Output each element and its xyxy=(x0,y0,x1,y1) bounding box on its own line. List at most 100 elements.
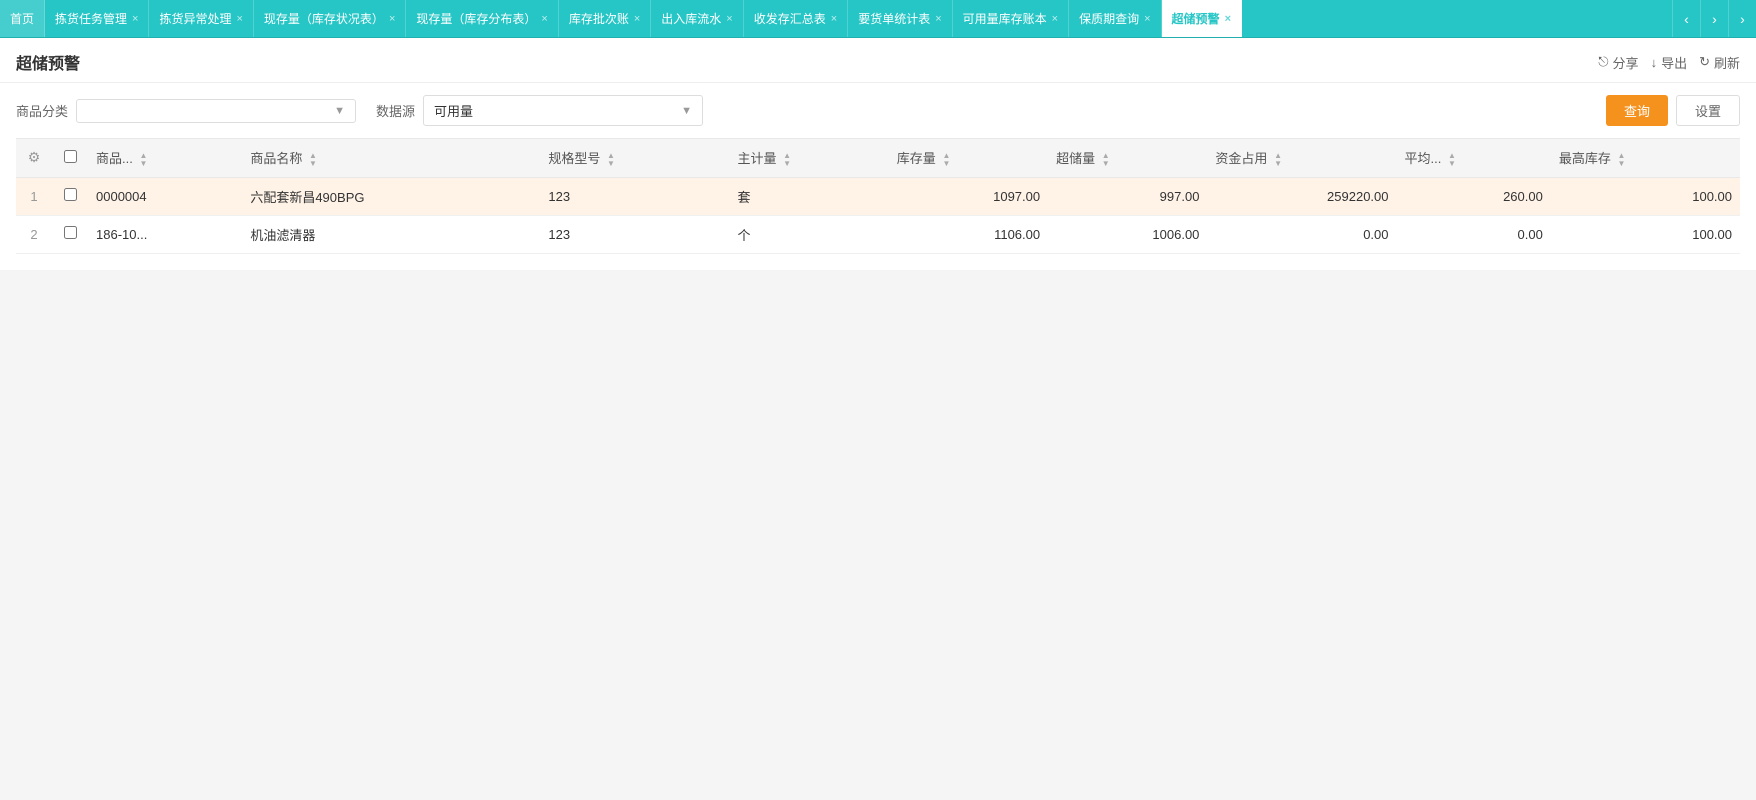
nav-arrows: ‹ › › xyxy=(1672,0,1756,38)
category-chevron-icon: ▼ xyxy=(334,105,345,117)
col-header-capital[interactable]: 资金占用 ▲▼ xyxy=(1207,139,1396,178)
row-overflow-2: 1006.00 xyxy=(1048,215,1207,253)
nav-tab-quality[interactable]: 保质期查询 × xyxy=(1069,0,1161,38)
row-checkbox-2 xyxy=(52,215,88,253)
row-avg-1: 260.00 xyxy=(1397,177,1551,215)
row-code-2: 186-10... xyxy=(88,215,242,253)
nav-tab-stock1-close[interactable]: × xyxy=(389,13,395,25)
page-container: 超储预警 ⎋ 分享 ↓ 导出 ↻ 刷新 商品分类 ▼ 数据源 xyxy=(0,38,1756,270)
row-unit-2: 个 xyxy=(729,215,888,253)
filter-actions: 查询 设置 xyxy=(1606,95,1740,126)
table-row: 2 186-10... 机油滤清器 123 个 1106.00 1006.00 … xyxy=(16,215,1740,253)
row-stock-2: 1106.00 xyxy=(889,215,1048,253)
gear-icon[interactable]: ⚙ xyxy=(28,149,41,165)
nav-tab-stock2[interactable]: 现存量（库存分布表） × xyxy=(406,0,558,38)
row-overflow-1: 997.00 xyxy=(1048,177,1207,215)
datasource-select[interactable]: 可用量 ▼ xyxy=(423,95,703,126)
row-capital-2: 0.00 xyxy=(1207,215,1396,253)
col-header-overflow[interactable]: 超储量 ▲▼ xyxy=(1048,139,1207,178)
sort-capital-icon: ▲▼ xyxy=(1274,152,1282,168)
col-header-name[interactable]: 商品名称 ▲▼ xyxy=(242,139,540,178)
row-name-1: 六配套新昌490BPG xyxy=(242,177,540,215)
datasource-label: 数据源 xyxy=(376,101,415,120)
nav-tab-task[interactable]: 拣货任务管理 × xyxy=(45,0,149,38)
sort-name-icon: ▲▼ xyxy=(309,152,317,168)
select-all-checkbox[interactable] xyxy=(64,150,77,163)
row-name-2: 机油滤清器 xyxy=(242,215,540,253)
settings-button[interactable]: 设置 xyxy=(1676,95,1740,126)
col-header-spec[interactable]: 规格型号 ▲▼ xyxy=(540,139,729,178)
top-nav: 首页 拣货任务管理 × 拣货异常处理 × 现存量（库存状况表） × 现存量（库存… xyxy=(0,0,1756,38)
row-select-2[interactable] xyxy=(64,226,77,239)
nav-tab-overstock-close[interactable]: × xyxy=(1225,13,1231,25)
table-header-row: ⚙ 商品... ▲▼ 商品名称 ▲▼ 规格型号 ▲▼ xyxy=(16,139,1740,178)
row-spec-2: 123 xyxy=(540,215,729,253)
col-header-stock[interactable]: 库存量 ▲▼ xyxy=(889,139,1048,178)
share-action[interactable]: ⎋ 分享 xyxy=(1598,53,1638,72)
page-title: 超储预警 xyxy=(16,50,80,74)
row-avg-2: 0.00 xyxy=(1397,215,1551,253)
nav-extra-arrow[interactable]: › xyxy=(1728,0,1756,38)
sort-overflow-icon: ▲▼ xyxy=(1102,152,1110,168)
nav-tab-exception[interactable]: 拣货异常处理 × xyxy=(149,0,253,38)
refresh-icon: ↻ xyxy=(1699,54,1710,70)
col-header-settings: ⚙ xyxy=(16,139,52,178)
nav-tab-stock2-close[interactable]: × xyxy=(541,13,547,25)
table-row: 1 0000004 六配套新昌490BPG 123 套 1097.00 997.… xyxy=(16,177,1740,215)
nav-tab-requisition[interactable]: 要货单统计表 × xyxy=(848,0,952,38)
table-container: ⚙ 商品... ▲▼ 商品名称 ▲▼ 规格型号 ▲▼ xyxy=(0,138,1756,270)
row-num-1: 1 xyxy=(16,177,52,215)
nav-tab-task-close[interactable]: × xyxy=(132,13,138,25)
sort-spec-icon: ▲▼ xyxy=(607,152,615,168)
nav-tab-flow-close[interactable]: × xyxy=(726,13,732,25)
nav-tab-available[interactable]: 可用量库存账本 × xyxy=(953,0,1069,38)
export-icon: ↓ xyxy=(1651,55,1658,70)
export-action[interactable]: ↓ 导出 xyxy=(1651,53,1688,72)
nav-left-arrow[interactable]: ‹ xyxy=(1672,0,1700,38)
refresh-action[interactable]: ↻ 刷新 xyxy=(1699,53,1740,72)
filter-category: 商品分类 ▼ xyxy=(16,99,356,123)
sort-avg-icon: ▲▼ xyxy=(1448,152,1456,168)
filter-bar: 商品分类 ▼ 数据源 可用量 ▼ 查询 设置 xyxy=(0,83,1756,138)
nav-tab-available-close[interactable]: × xyxy=(1052,13,1058,25)
datasource-chevron-icon: ▼ xyxy=(681,105,692,117)
row-select-1[interactable] xyxy=(64,188,77,201)
nav-tab-overstock[interactable]: 超储预警 × xyxy=(1162,0,1242,38)
col-header-max[interactable]: 最高库存 ▲▼ xyxy=(1551,139,1740,178)
row-max-1: 100.00 xyxy=(1551,177,1740,215)
nav-tab-flow[interactable]: 出入库流水 × xyxy=(651,0,743,38)
nav-right-arrow[interactable]: › xyxy=(1700,0,1728,38)
datasource-value: 可用量 xyxy=(434,101,473,120)
row-checkbox-1 xyxy=(52,177,88,215)
sort-stock-icon: ▲▼ xyxy=(942,152,950,168)
row-code-1: 0000004 xyxy=(88,177,242,215)
row-unit-1: 套 xyxy=(729,177,888,215)
query-button[interactable]: 查询 xyxy=(1606,95,1668,126)
col-header-avg[interactable]: 平均... ▲▼ xyxy=(1397,139,1551,178)
sort-max-icon: ▲▼ xyxy=(1617,152,1625,168)
nav-tab-stock1[interactable]: 现存量（库存状况表） × xyxy=(254,0,406,38)
nav-tab-quality-close[interactable]: × xyxy=(1144,13,1150,25)
sort-unit-icon: ▲▼ xyxy=(783,152,791,168)
nav-tab-exception-close[interactable]: × xyxy=(236,13,242,25)
nav-tab-batch-close[interactable]: × xyxy=(634,13,640,25)
filter-datasource: 数据源 可用量 ▼ xyxy=(376,95,703,126)
header-actions: ⎋ 分享 ↓ 导出 ↻ 刷新 xyxy=(1598,53,1740,72)
row-max-2: 100.00 xyxy=(1551,215,1740,253)
nav-tab-home[interactable]: 首页 xyxy=(0,0,45,38)
nav-tab-batch[interactable]: 库存批次账 × xyxy=(559,0,651,38)
category-select[interactable]: ▼ xyxy=(76,99,356,123)
nav-tab-summary[interactable]: 收发存汇总表 × xyxy=(744,0,848,38)
category-label: 商品分类 xyxy=(16,101,68,120)
row-capital-1: 259220.00 xyxy=(1207,177,1396,215)
page-header: 超储预警 ⎋ 分享 ↓ 导出 ↻ 刷新 xyxy=(0,38,1756,83)
sort-code-icon: ▲▼ xyxy=(139,152,147,168)
data-table: ⚙ 商品... ▲▼ 商品名称 ▲▼ 规格型号 ▲▼ xyxy=(16,138,1740,254)
nav-tab-requisition-close[interactable]: × xyxy=(935,13,941,25)
row-num-2: 2 xyxy=(16,215,52,253)
col-header-unit[interactable]: 主计量 ▲▼ xyxy=(729,139,888,178)
row-spec-1: 123 xyxy=(540,177,729,215)
col-header-code[interactable]: 商品... ▲▼ xyxy=(88,139,242,178)
nav-tab-summary-close[interactable]: × xyxy=(831,13,837,25)
share-icon: ⎋ xyxy=(1598,54,1608,70)
